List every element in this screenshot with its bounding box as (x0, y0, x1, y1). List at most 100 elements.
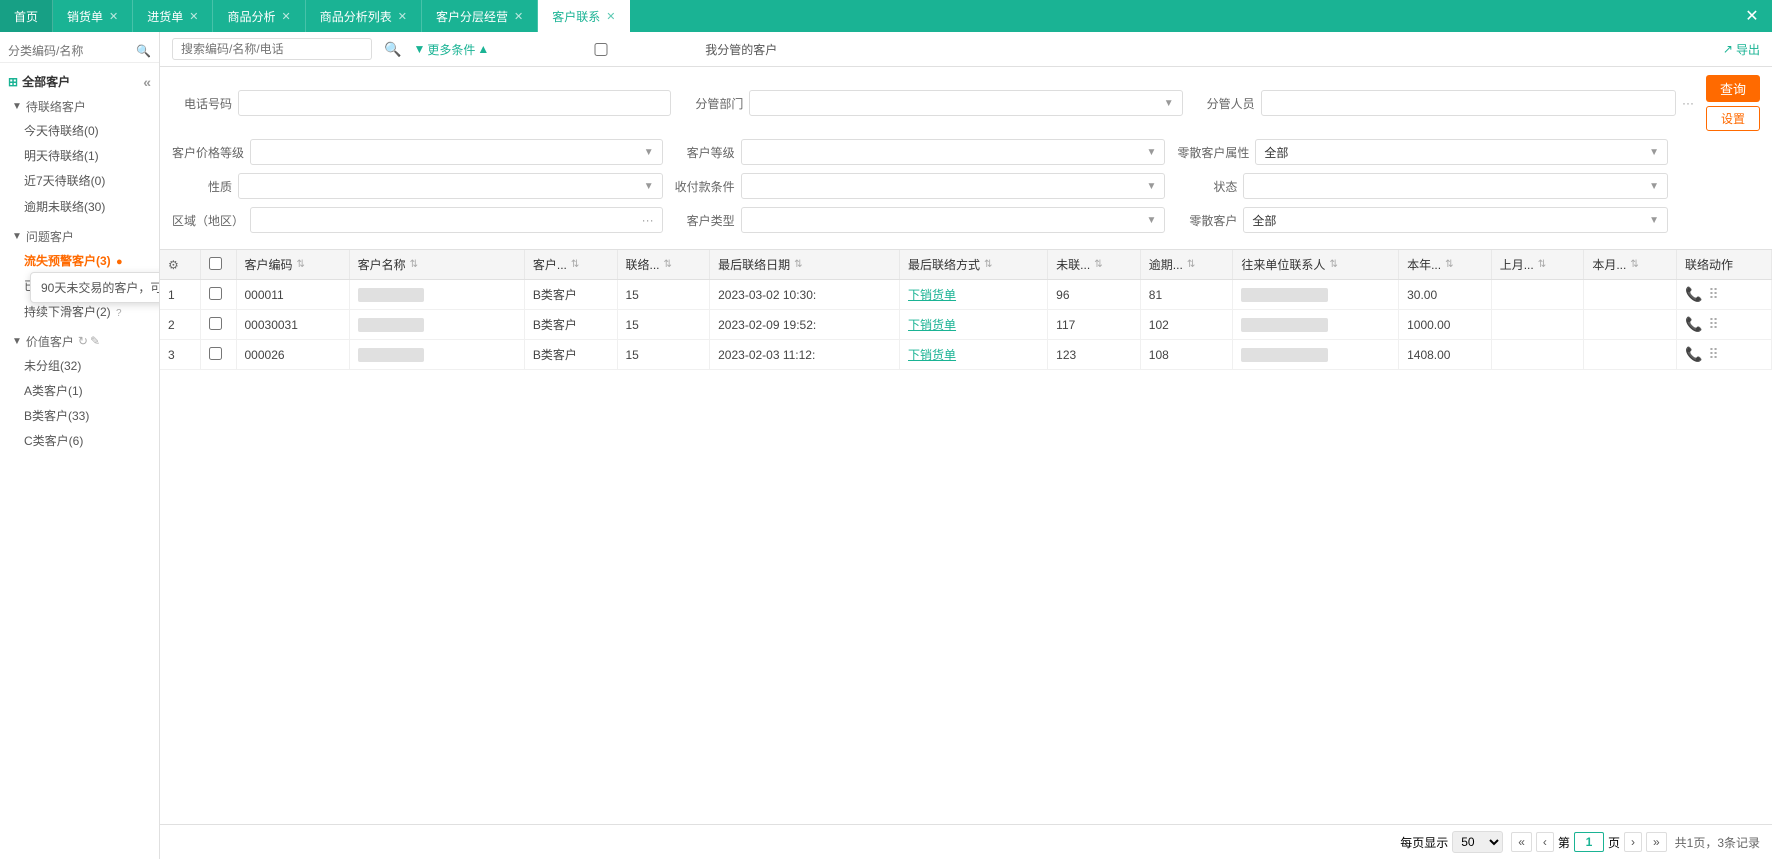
sidebar-collapse-button[interactable]: « (143, 74, 151, 90)
filter-customer-grade-select[interactable]: ▼ (741, 139, 1166, 165)
td-checkbox-0[interactable] (200, 280, 236, 310)
filter-region-dots[interactable]: ··· (642, 213, 654, 227)
filter-phone-input[interactable] (238, 90, 671, 116)
next-page-button[interactable]: › (1624, 832, 1642, 852)
sort-icon-type[interactable]: ⇅ (571, 259, 579, 270)
tab-goods-list[interactable]: 商品分析列表 ✕ (306, 0, 422, 32)
more-icon-1[interactable]: ⠿ (1708, 316, 1718, 333)
sidebar-search-input[interactable] (8, 44, 136, 58)
tab-goods-analysis-close[interactable]: ✕ (282, 10, 291, 23)
my-customers-filter[interactable]: 我分管的客户 (501, 41, 777, 58)
tab-customer-segment-close[interactable]: ✕ (514, 10, 523, 23)
sidebar-group-pending-title[interactable]: ▼ 待联络客户 (0, 94, 159, 119)
tab-home[interactable]: 首页 (0, 0, 53, 32)
more-icon-2[interactable]: ⠿ (1708, 346, 1718, 363)
sort-icon-contact[interactable]: ⇅ (664, 259, 672, 270)
sort-icon-code[interactable]: ⇅ (297, 259, 305, 270)
filter-dept-select[interactable]: ▼ (749, 90, 1182, 116)
edit-icon[interactable]: ✎ (90, 334, 100, 348)
my-customers-checkbox[interactable] (501, 43, 701, 56)
sort-icon-method[interactable]: ⇅ (984, 259, 992, 270)
td-checkbox-1[interactable] (200, 310, 236, 340)
sidebar-search-icon[interactable]: 🔍 (136, 44, 151, 58)
tab-customer-segment[interactable]: 客户分层经营 ✕ (422, 0, 538, 32)
last-page-button[interactable]: » (1646, 832, 1667, 852)
page-number-input[interactable] (1574, 832, 1604, 852)
filter-nature-select[interactable]: ▼ (238, 173, 663, 199)
tab-goods-list-close[interactable]: ✕ (398, 10, 407, 23)
row-checkbox-1[interactable] (209, 317, 222, 330)
sort-icon-date[interactable]: ⇅ (794, 259, 802, 270)
td-last-contact-method-0[interactable]: 下销货单 (900, 280, 1048, 310)
more-icon-0[interactable]: ⠿ (1708, 286, 1718, 303)
per-page-select[interactable]: 50 20 100 (1452, 831, 1503, 853)
sidebar-item-tomorrow-contact[interactable]: 明天待联络(1) (0, 144, 159, 169)
filter-status-select[interactable]: ▼ (1243, 173, 1668, 199)
sidebar-item-7day-contact[interactable]: 近7天待联络(0) (0, 169, 159, 194)
sidebar-item-class-a[interactable]: A类客户(1) (0, 379, 159, 404)
sidebar-item-ungroup[interactable]: 未分组(32) (0, 354, 159, 379)
filter-customer-type-select[interactable]: ▼ (741, 207, 1166, 233)
sidebar-group-problem-title[interactable]: ▼ 问题客户 (0, 224, 159, 249)
td-last-contact-method-2[interactable]: 下销货单 (900, 340, 1048, 370)
sidebar-item-class-c[interactable]: C类客户(6) (0, 429, 159, 454)
tab-sales[interactable]: 销货单 ✕ (53, 0, 133, 32)
export-button[interactable]: ↗ 导出 (1723, 41, 1760, 58)
tab-goods-analysis[interactable]: 商品分析 ✕ (213, 0, 305, 32)
row-checkbox-2[interactable] (209, 347, 222, 360)
sidebar-item-declining[interactable]: 持续下滑客户(2) ? (0, 300, 159, 325)
sidebar-item-today-contact[interactable]: 今天待联络(0) (0, 119, 159, 144)
chevron-down-icon-dept: ▼ (1164, 98, 1174, 109)
search-icon[interactable]: 🔍 (384, 41, 401, 58)
setting-button[interactable]: 设置 (1706, 106, 1760, 131)
table-settings-icon[interactable]: ⚙ (168, 258, 179, 272)
sort-icon-thismonth[interactable]: ⇅ (1630, 259, 1638, 270)
contact-icon-2[interactable]: 📞 (1685, 346, 1702, 363)
sort-icon-overdue[interactable]: ⇅ (1187, 259, 1195, 270)
search-input[interactable] (172, 38, 372, 60)
tab-customer-contact-close[interactable]: ✕ (606, 10, 615, 23)
filter-payment-select[interactable]: ▼ (741, 173, 1166, 199)
prev-page-button[interactable]: ‹ (1536, 832, 1554, 852)
chevron-down-icon-2: ▼ (12, 231, 22, 242)
sidebar-item-class-b[interactable]: B类客户(33) (0, 404, 159, 429)
filter-manager-select[interactable] (1261, 90, 1676, 116)
sidebar-group-value-title[interactable]: ▼ 价值客户 ↻ ✎ (0, 329, 159, 354)
td-last-contact-method-1[interactable]: 下销货单 (900, 310, 1048, 340)
sort-icon-name[interactable]: ⇅ (410, 259, 418, 270)
contact-icon-1[interactable]: 📞 (1685, 316, 1702, 333)
sidebar-item-churn-warning[interactable]: 流失预警客户(3) ● (0, 249, 159, 275)
table-row: 1 000011 B类客户 15 2023-03-02 10:30: 下销货单 … (160, 280, 1772, 310)
refresh-icon[interactable]: ↻ (78, 334, 88, 348)
filter-retail-select[interactable]: 全部 ▼ (1243, 207, 1668, 233)
sidebar-all-customers[interactable]: ⊞ 全部客户 « (0, 69, 159, 94)
sort-icon-unit[interactable]: ⇅ (1329, 259, 1337, 270)
tab-purchase[interactable]: 进货单 ✕ (133, 0, 213, 32)
filter-price-grade-select[interactable]: ▼ (250, 139, 663, 165)
query-button[interactable]: 查询 (1706, 75, 1760, 102)
td-unit-contact-0 (1233, 280, 1399, 310)
first-page-button[interactable]: « (1511, 832, 1532, 852)
contact-method-link-0[interactable]: 下销货单 (908, 288, 956, 302)
td-checkbox-2[interactable] (200, 340, 236, 370)
pagination: 每页显示 50 20 100 « ‹ 第 页 › » 共1页，3条记录 (160, 824, 1772, 859)
tab-customer-contact[interactable]: 客户联系 ✕ (538, 0, 630, 32)
contact-icon-0[interactable]: 📞 (1685, 286, 1702, 303)
filter-retail-attr-select[interactable]: 全部 ▼ (1255, 139, 1668, 165)
filter-region-select[interactable]: ··· (250, 207, 663, 233)
window-close-button[interactable]: ✕ (1732, 0, 1772, 32)
sort-icon-uncontacted[interactable]: ⇅ (1094, 259, 1102, 270)
tomorrow-contact-label: 明天待联络(1) (24, 149, 99, 163)
more-conditions-button[interactable]: ▼ 更多条件 ▲ (413, 41, 489, 58)
contact-method-link-2[interactable]: 下销货单 (908, 348, 956, 362)
select-all-checkbox[interactable] (209, 257, 222, 270)
row-checkbox-0[interactable] (209, 287, 222, 300)
sort-icon-year[interactable]: ⇅ (1445, 259, 1453, 270)
sort-icon-lastmonth[interactable]: ⇅ (1538, 259, 1546, 270)
filter-manager-dots[interactable]: ··· (1682, 96, 1694, 110)
sidebar-item-overdue-contact[interactable]: 逾期未联络(30) (0, 195, 159, 220)
contact-method-link-1[interactable]: 下销货单 (908, 318, 956, 332)
td-last-contact-date-2: 2023-02-03 11:12: (710, 340, 900, 370)
tab-sales-close[interactable]: ✕ (109, 10, 118, 23)
tab-purchase-close[interactable]: ✕ (189, 10, 198, 23)
